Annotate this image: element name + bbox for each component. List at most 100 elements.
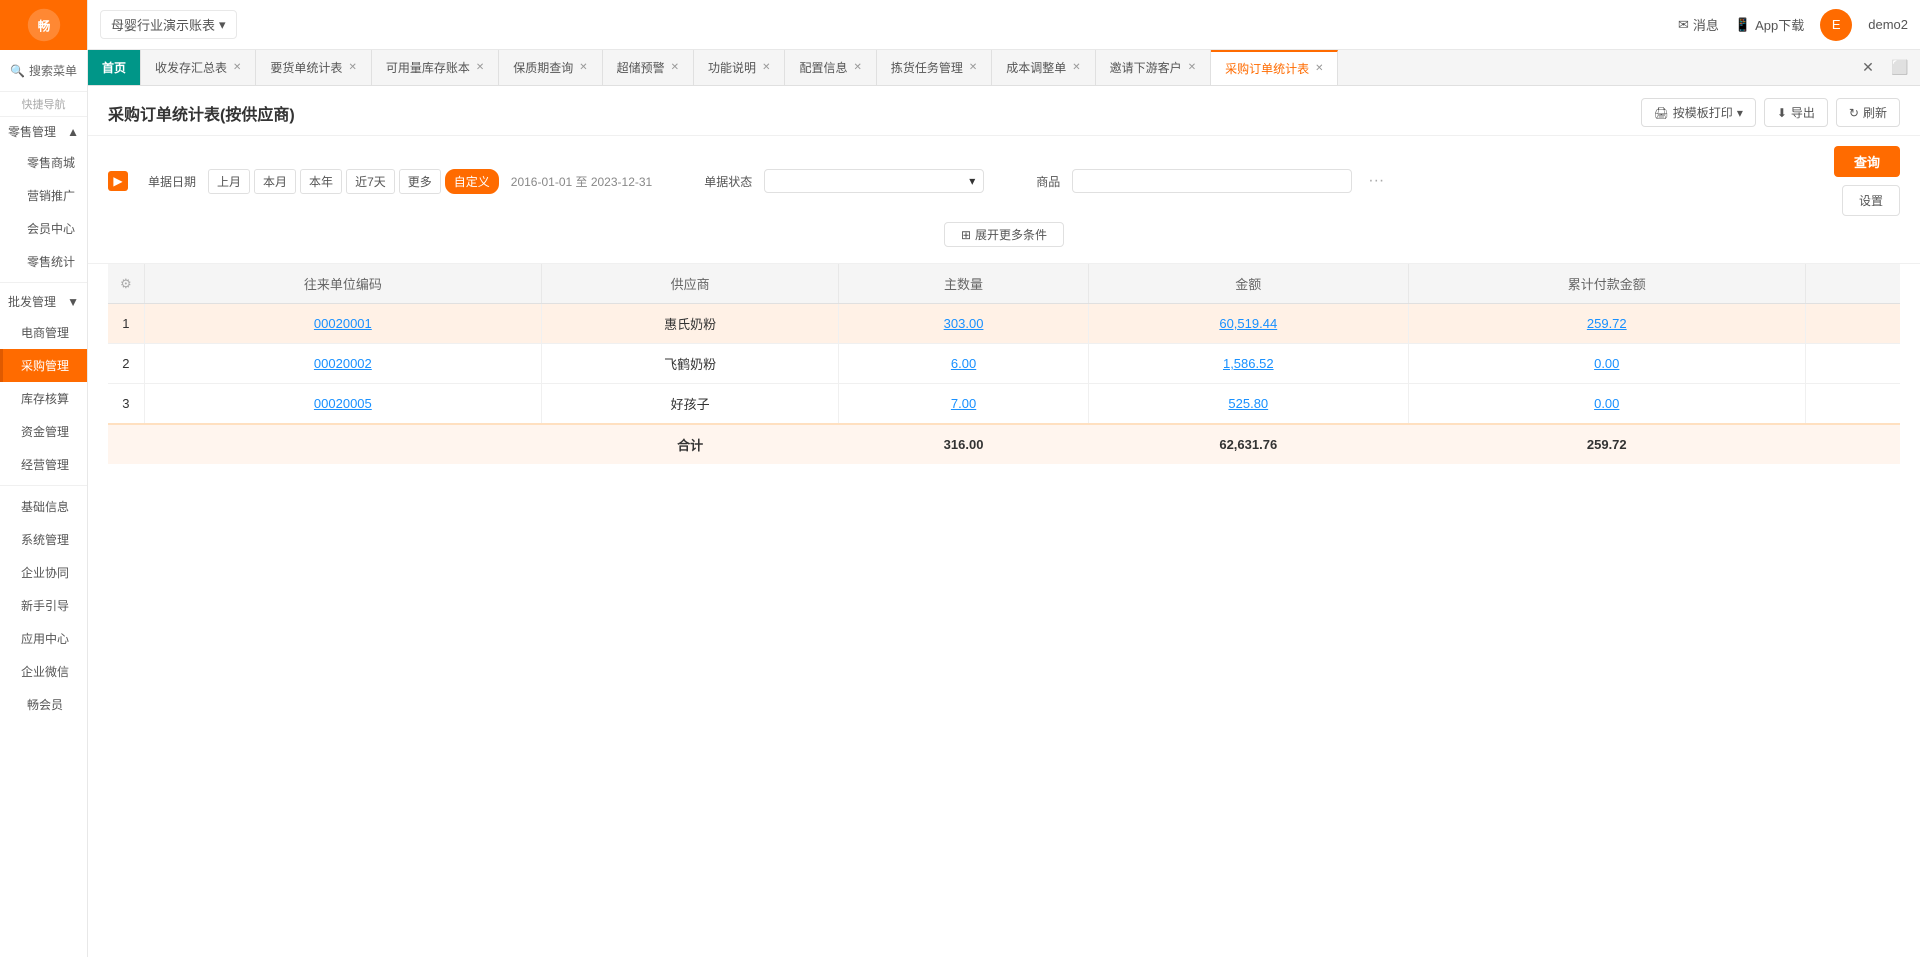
table-row[interactable]: 3 00020005 好孩子 7.00 525.80 0.00 [108, 384, 1900, 425]
sidebar-item-appstore[interactable]: 应用中心 [0, 622, 87, 655]
more-options-icon[interactable]: ··· [1368, 172, 1384, 190]
config-tab-label: 配置信息 [799, 59, 847, 76]
invite-tab-label: 邀请下游客户 [1110, 59, 1182, 76]
tab-close-invite[interactable]: ✕ [1188, 62, 1196, 73]
tab-goods-stat[interactable]: 要货单统计表 ✕ [256, 50, 371, 86]
row-3-amount[interactable]: 525.80 [1088, 384, 1408, 425]
tab-pick[interactable]: 拣货任务管理 ✕ [877, 50, 992, 86]
sidebar-item-ecommerce[interactable]: 电商管理 [0, 316, 87, 349]
tab-close-inventory[interactable]: ✕ [476, 62, 484, 73]
avatar[interactable]: E [1820, 9, 1852, 41]
this-month-button[interactable]: 本月 [254, 169, 296, 194]
custom-date-button[interactable]: 自定义 [445, 169, 499, 194]
row-1-amount[interactable]: 60,519.44 [1088, 304, 1408, 344]
receive-tab-label: 收发存汇总表 [155, 59, 227, 76]
status-select[interactable]: ▾ [764, 169, 984, 193]
last-month-button[interactable]: 上月 [208, 169, 250, 194]
expiry-tab-label: 保质期查询 [513, 59, 573, 76]
sidebar-item-member[interactable]: 会员中心 [0, 212, 87, 245]
table-row[interactable]: 1 00020001 惠氏奶粉 303.00 60,519.44 259.72 [108, 304, 1900, 344]
sidebar-item-enterprise[interactable]: 企业协同 [0, 556, 87, 589]
row-2-code[interactable]: 00020002 [144, 344, 541, 384]
tab-home[interactable]: 首页 [88, 50, 141, 86]
sidebar-item-wholesale[interactable]: 批发管理 ▼ [0, 287, 87, 316]
tab-purchase-stat[interactable]: 采购订单统计表 ✕ [1211, 50, 1338, 86]
tab-close-pick[interactable]: ✕ [969, 62, 977, 73]
tab-receive[interactable]: 收发存汇总表 ✕ [141, 50, 256, 86]
tab-expiry[interactable]: 保质期查询 ✕ [499, 50, 602, 86]
filter-area: ▶ 单据日期 上月 本月 本年 近7天 更多 自定义 2016-01-01 至 … [88, 136, 1920, 264]
workspace-selector[interactable]: 母婴行业演示账表 ▾ [100, 10, 237, 39]
tab-close-purchase-stat[interactable]: ✕ [1315, 63, 1323, 74]
tab-overstock[interactable]: 超储预警 ✕ [603, 50, 694, 86]
tab-cost[interactable]: 成本调整单 ✕ [992, 50, 1095, 86]
close-tab-button[interactable]: ✕ [1856, 56, 1880, 80]
row-2-qty[interactable]: 6.00 [839, 344, 1089, 384]
table-row[interactable]: 2 00020002 飞鹤奶粉 6.00 1,586.52 0.00 [108, 344, 1900, 384]
sidebar-item-vip[interactable]: 畅会员 [0, 688, 87, 721]
tab-close-expiry[interactable]: ✕ [579, 62, 587, 73]
footer-paid: 259.72 [1408, 424, 1805, 464]
goods-input[interactable] [1072, 169, 1352, 193]
settings-button[interactable]: 设置 [1842, 185, 1900, 216]
home-tab-label: 首页 [102, 59, 126, 76]
col-extra [1805, 264, 1900, 304]
row-3-paid[interactable]: 0.00 [1408, 384, 1805, 425]
sidebar-item-retail-stat[interactable]: 零售统计 [0, 245, 87, 278]
more-date-button[interactable]: 更多 [399, 169, 441, 194]
sidebar-item-marketing[interactable]: 营销推广 [0, 179, 87, 212]
row-1-extra [1805, 304, 1900, 344]
this-year-button[interactable]: 本年 [300, 169, 342, 194]
tab-invite[interactable]: 邀请下游客户 ✕ [1096, 50, 1211, 86]
row-2-amount[interactable]: 1,586.52 [1088, 344, 1408, 384]
sidebar-item-purchase[interactable]: 采购管理 [0, 349, 87, 382]
sidebar-item-retail-mall[interactable]: 零售商城 [0, 146, 87, 179]
search-menu-button[interactable]: 🔍 搜索菜单 [6, 58, 81, 83]
wechat-label: 企业微信 [21, 663, 69, 680]
tab-close-receive[interactable]: ✕ [233, 62, 241, 73]
expand-filter-button[interactable]: ⊞ 展开更多条件 [944, 222, 1064, 247]
tab-config[interactable]: 配置信息 ✕ [785, 50, 876, 86]
sidebar-item-wechat[interactable]: 企业微信 [0, 655, 87, 688]
row-1-paid[interactable]: 259.72 [1408, 304, 1805, 344]
tab-close-function[interactable]: ✕ [762, 62, 770, 73]
sidebar-item-retail[interactable]: 零售管理 ▲ [0, 117, 87, 146]
tab-inventory[interactable]: 可用量库存账本 ✕ [372, 50, 499, 86]
page-title: 采购订单统计表(按供应商) [108, 101, 295, 125]
tab-function[interactable]: 功能说明 ✕ [694, 50, 785, 86]
row-2-paid[interactable]: 0.00 [1408, 344, 1805, 384]
sidebar-item-finance[interactable]: 资金管理 [0, 415, 87, 448]
row-1-code[interactable]: 00020001 [144, 304, 541, 344]
export-button[interactable]: ⬇ 导出 [1764, 98, 1828, 127]
sidebar-item-basic[interactable]: 基础信息 [0, 490, 87, 523]
tab-close-goods-stat[interactable]: ✕ [348, 62, 356, 73]
collapse-arrow[interactable]: ▶ [108, 171, 128, 191]
template-print-button[interactable]: 🖨 按模板打印 ▾ [1641, 98, 1756, 127]
col-supplier: 供应商 [542, 264, 839, 304]
settings-column-header[interactable]: ⚙ [108, 264, 144, 304]
message-button[interactable]: ✉ 消息 [1678, 15, 1719, 34]
sidebar-item-newguide[interactable]: 新手引导 [0, 589, 87, 622]
refresh-button[interactable]: ↻ 刷新 [1836, 98, 1900, 127]
quick-nav-label: 快捷导航 [0, 92, 87, 117]
row-1-qty[interactable]: 303.00 [839, 304, 1089, 344]
tab-close-cost[interactable]: ✕ [1072, 62, 1080, 73]
tab-close-overstock[interactable]: ✕ [671, 62, 679, 73]
sidebar-item-inventory[interactable]: 库存核算 [0, 382, 87, 415]
retail-stat-label: 零售统计 [27, 253, 75, 270]
row-1-no: 1 [108, 304, 144, 344]
maximize-tab-button[interactable]: ⬜ [1888, 56, 1912, 80]
last-7-days-button[interactable]: 近7天 [346, 169, 395, 194]
row-3-code[interactable]: 00020005 [144, 384, 541, 425]
refresh-icon: ↻ [1849, 106, 1859, 120]
chevron-down-icon: ▾ [219, 17, 226, 33]
date-range-display: 2016-01-01 至 2023-12-31 [511, 173, 652, 190]
query-button[interactable]: 查询 [1834, 146, 1900, 177]
row-3-qty[interactable]: 7.00 [839, 384, 1089, 425]
sidebar-item-system[interactable]: 系统管理 [0, 523, 87, 556]
username-label[interactable]: demo2 [1868, 17, 1908, 32]
search-icon: 🔍 [10, 64, 25, 78]
app-download-button[interactable]: 📱 App下载 [1735, 15, 1804, 34]
sidebar-item-operations[interactable]: 经营管理 [0, 448, 87, 481]
tab-close-config[interactable]: ✕ [853, 62, 861, 73]
